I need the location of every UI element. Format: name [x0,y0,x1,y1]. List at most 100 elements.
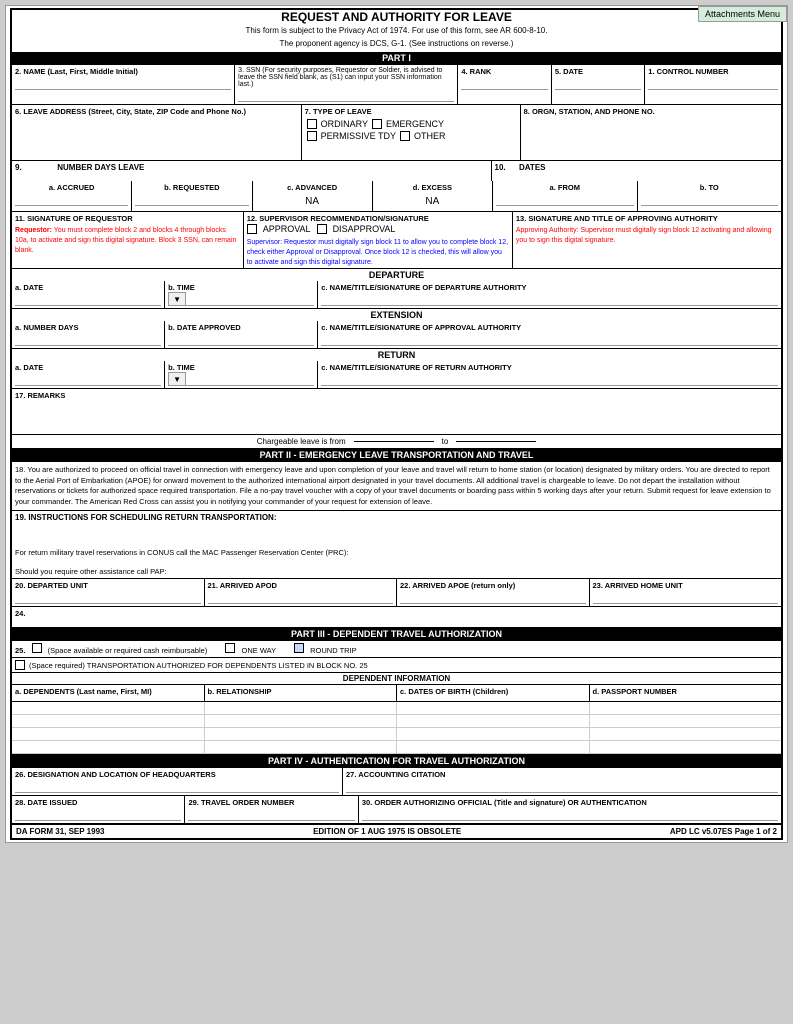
label-30: 30. ORDER AUTHORIZING OFFICIAL (Title an… [362,798,778,807]
field-from[interactable] [496,194,634,206]
field-ext-numdays[interactable] [15,334,161,346]
field-ssn[interactable] [238,90,454,102]
footer-edition: EDITION OF 1 AUG 1975 IS OBSOLETE [313,827,461,836]
field-dep-time[interactable] [168,294,314,306]
row-25: 25. (Space available or required cash re… [12,640,781,657]
dep-cell-4c[interactable] [397,741,590,753]
field-departed-unit[interactable] [15,592,201,604]
cell-ssn: 3. SSN (For security purposes, Requestor… [235,65,458,104]
cell-sig-approving: 13. SIGNATURE AND TITLE OF APPROVING AUT… [513,212,781,268]
dep-cell-3a[interactable] [12,728,205,740]
cell-from: a. FROM [493,181,638,211]
label-10: 10. DATES [495,163,546,172]
field-arrived-apoe[interactable] [400,592,586,604]
form-footer: DA FORM 31, SEP 1993 EDITION OF 1 AUG 19… [12,823,781,838]
field-remarks[interactable] [15,402,778,432]
field-to[interactable] [641,194,779,206]
field-19[interactable] [15,522,778,542]
field-28[interactable] [15,809,181,821]
cell-29: 29. TRAVEL ORDER NUMBER [185,796,358,823]
chargeable-from-field[interactable] [354,441,434,442]
cell-ext-dateapproved: b. DATE APPROVED [165,321,318,348]
field-rank[interactable] [461,78,547,90]
field-mac[interactable] [15,557,778,563]
field-requested[interactable] [135,194,248,206]
field-control[interactable] [648,78,778,90]
label-accrued: a. ACCRUED [15,183,128,192]
field-ret-authority[interactable] [321,374,778,386]
checkbox-approval[interactable] [247,224,257,234]
dep-time-dropdown[interactable]: ▼ [168,292,186,306]
field-arrived-apod[interactable] [208,592,394,604]
field-leave-address[interactable] [15,118,298,158]
checkbox-25b[interactable] [225,643,235,653]
checkbox-oneway[interactable] [225,646,237,655]
dep-row-3 [12,728,781,741]
dep-cell-2b[interactable] [205,715,398,727]
checkbox-25c[interactable] [294,643,304,653]
field-ext-dateapproved[interactable] [168,334,314,346]
dep-cell-3b[interactable] [205,728,398,740]
label-leave-address: 6. LEAVE ADDRESS (Street, City, State, Z… [15,107,298,116]
cell-ext-authority: c. NAME/TITLE/SIGNATURE OF APPROVAL AUTH… [318,321,781,348]
label-orgn: 8. ORGN, STATION, AND PHONE NO. [524,107,778,116]
field-dep-date[interactable] [15,294,161,306]
dep-cell-4a[interactable] [12,741,205,753]
field-ext-authority[interactable] [321,334,778,346]
label-permissive: PERMISSIVE TDY [321,131,396,141]
row-28-29-30: 28. DATE ISSUED 29. TRAVEL ORDER NUMBER … [12,795,781,823]
checkbox-25a[interactable] [32,643,42,653]
field-27[interactable] [346,781,778,793]
cell-to: b. TO [638,181,782,211]
cell-ext-numdays: a. NUMBER DAYS [12,321,165,348]
field-date[interactable] [555,78,641,90]
dep-cell-1c[interactable] [397,702,590,714]
field-arrived-home[interactable] [593,592,779,604]
dep-cell-2c[interactable] [397,715,590,727]
label-ext-numdays: a. NUMBER DAYS [15,323,161,332]
checkbox-space-avail[interactable] [32,643,42,655]
days-section: a. ACCRUED b. REQUESTED c. ADVANCED NA d… [12,181,493,211]
field-ret-time[interactable] [168,374,314,386]
field-ret-date[interactable] [15,374,161,386]
label-27: 27. ACCOUNTING CITATION [346,770,778,779]
cell-ret-authority: c. NAME/TITLE/SIGNATURE OF RETURN AUTHOR… [318,361,781,388]
chargeable-to-field[interactable] [456,441,536,442]
dep-cell-4d[interactable] [590,741,782,753]
label-dep-time: b. TIME [168,283,314,292]
dep-col-a: a. DEPENDENTS (Last name, First, MI) [12,685,205,701]
dep-cell-1a[interactable] [12,702,205,714]
cell-24: 24. [12,607,781,627]
dep-cell-4b[interactable] [205,741,398,753]
field-accrued[interactable] [15,194,128,206]
label-dep-d: d. PASSPORT NUMBER [593,687,779,696]
label-ext-authority: c. NAME/TITLE/SIGNATURE OF APPROVAL AUTH… [321,323,778,332]
label-space-avail: (Space available or required cash reimbu… [48,646,208,655]
dep-cell-1d[interactable] [590,702,782,714]
checkbox-ordinary[interactable] [307,119,317,129]
field-29[interactable] [188,809,354,821]
checkbox-other[interactable] [400,131,410,141]
field-name[interactable] [15,78,231,90]
cell-27: 27. ACCOUNTING CITATION [343,768,781,795]
chargeable-row: Chargeable leave is from to [12,434,781,448]
dep-cell-3d[interactable] [590,728,782,740]
checkbox-transport[interactable] [15,660,25,670]
checkbox-roundtrip-wrap [294,646,306,655]
checkbox-emergency[interactable] [372,119,382,129]
field-26[interactable] [15,781,339,793]
field-30[interactable] [362,809,778,821]
checkbox-permissive[interactable] [307,131,317,141]
label-26: 26. DESIGNATION AND LOCATION OF HEADQUAR… [15,770,339,779]
field-dep-authority[interactable] [321,294,778,306]
dep-cell-1b[interactable] [205,702,398,714]
checkbox-disapproval[interactable] [317,224,327,234]
row-9-10-header: 9. NUMBER DAYS LEAVE 10. DATES [12,160,781,181]
field-orgn[interactable] [524,118,778,158]
dep-cell-2a[interactable] [12,715,205,727]
type-leave-area: ORDINARY EMERGENCY PERMISSIVE TDY OTHER [305,117,517,143]
dep-cell-2d[interactable] [590,715,782,727]
attachments-menu-button[interactable]: Attachments Menu [698,6,787,22]
dep-cell-3c[interactable] [397,728,590,740]
ret-time-dropdown[interactable]: ▼ [168,372,186,386]
